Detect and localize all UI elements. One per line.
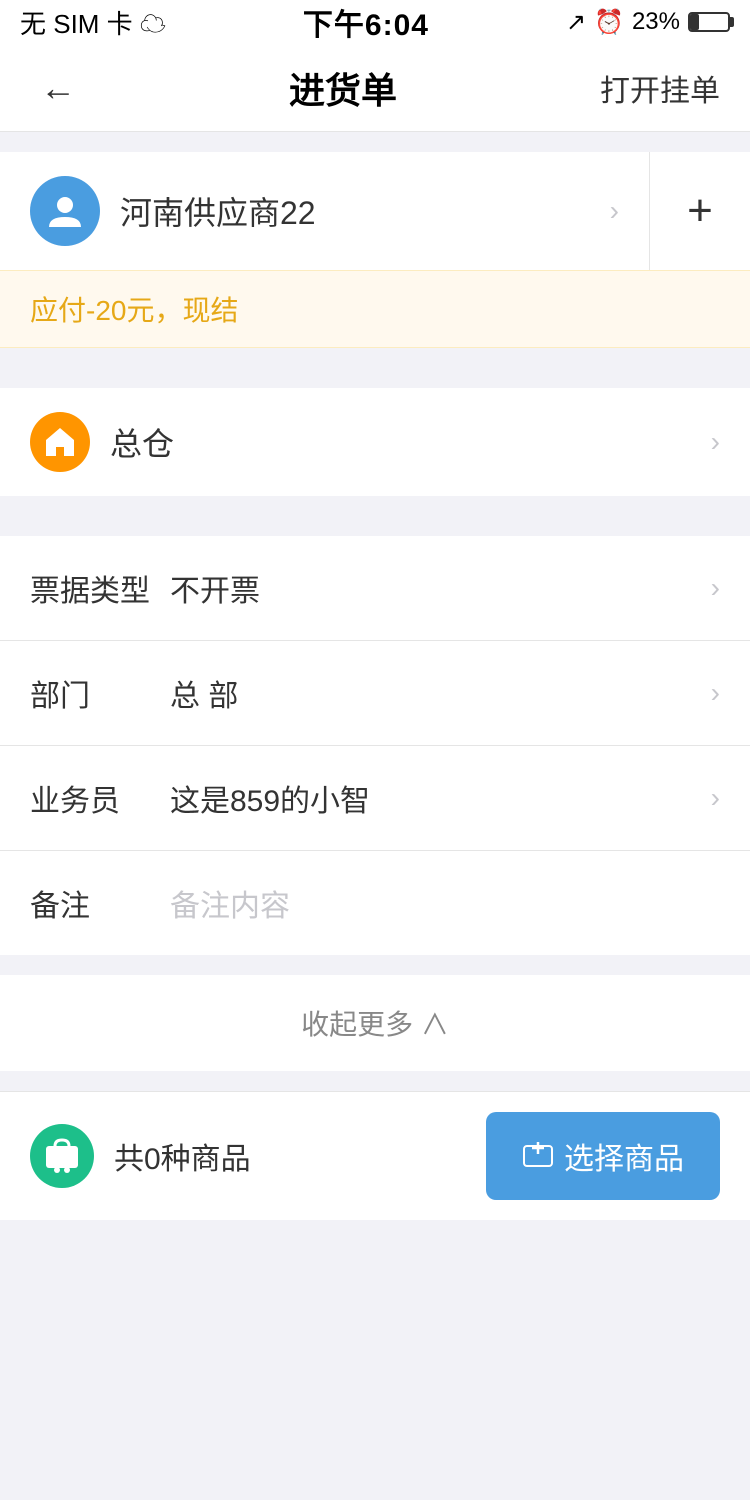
notice-text: 应付-20元，现结 xyxy=(30,295,238,326)
collapse-label: 收起更多 ∧ xyxy=(301,1003,449,1043)
supplier-avatar xyxy=(30,176,100,246)
department-label: 部门 xyxy=(30,671,170,715)
alarm-icon: ⏰ xyxy=(594,8,624,37)
cart-icon xyxy=(44,1138,80,1174)
warehouse-icon xyxy=(30,412,90,472)
remark-label: 备注 xyxy=(30,881,170,925)
form-section: 票据类型 不开票 › 部门 总 部 › 业务员 这是859的小智 › 备注 备注… xyxy=(0,536,750,955)
invoice-value: 不开票 xyxy=(170,566,701,610)
select-product-button[interactable]: 选择商品 xyxy=(486,1112,720,1200)
nav-bar: ← 进货单 打开挂单 xyxy=(0,44,750,132)
warehouse-name: 总仓 xyxy=(110,419,701,465)
product-count: 共0种商品 xyxy=(114,1134,486,1178)
bottom-bar: 共0种商品 选择商品 xyxy=(0,1091,750,1220)
salesperson-value: 这是859的小智 xyxy=(170,776,701,820)
invoice-row[interactable]: 票据类型 不开票 › xyxy=(0,536,750,641)
battery-icon xyxy=(688,12,730,32)
gap-1 xyxy=(0,132,750,152)
location-icon: ↗ xyxy=(566,8,586,37)
select-product-label: 选择商品 xyxy=(564,1134,684,1178)
department-chevron-icon: › xyxy=(711,677,720,709)
supplier-name: 河南供应商22 xyxy=(120,188,600,234)
open-pending-button[interactable]: 打开挂单 xyxy=(600,66,720,110)
warehouse-row[interactable]: 总仓 › xyxy=(0,388,750,496)
status-left: 无 SIM 卡 ☁ xyxy=(20,4,166,41)
signal-text: 无 SIM 卡 ☁ xyxy=(20,4,166,41)
select-product-icon xyxy=(522,1140,554,1172)
page-background xyxy=(0,1220,750,1500)
remark-row[interactable]: 备注 备注内容 xyxy=(0,851,750,955)
battery-percent: 23% xyxy=(632,8,680,36)
department-value: 总 部 xyxy=(170,671,701,715)
salesperson-chevron-icon: › xyxy=(711,782,720,814)
salesperson-row[interactable]: 业务员 这是859的小智 › xyxy=(0,746,750,851)
notice-banner: 应付-20元，现结 xyxy=(0,270,750,348)
status-bar: 无 SIM 卡 ☁ 下午6:04 ↗ ⏰ 23% xyxy=(0,0,750,44)
supplier-selector[interactable]: 河南供应商22 › xyxy=(0,152,650,270)
collapse-button[interactable]: 收起更多 ∧ xyxy=(0,975,750,1071)
gap-2 xyxy=(0,348,750,368)
invoice-label: 票据类型 xyxy=(30,566,170,610)
page-title: 进货单 xyxy=(289,62,397,114)
back-button[interactable]: ← xyxy=(30,57,86,119)
invoice-chevron-icon: › xyxy=(711,572,720,604)
add-supplier-button[interactable]: + xyxy=(650,152,750,270)
status-right: ↗ ⏰ 23% xyxy=(566,8,730,37)
chevron-right-icon: › xyxy=(610,195,619,227)
salesperson-label: 业务员 xyxy=(30,776,170,820)
gap-3 xyxy=(0,496,750,516)
remark-input[interactable]: 备注内容 xyxy=(170,881,720,925)
home-icon xyxy=(43,425,77,459)
supplier-section: 河南供应商22 › + xyxy=(0,152,750,270)
department-row[interactable]: 部门 总 部 › xyxy=(0,641,750,746)
person-icon xyxy=(45,191,85,231)
product-icon xyxy=(30,1124,94,1188)
warehouse-chevron-icon: › xyxy=(711,426,720,458)
status-time: 下午6:04 xyxy=(303,0,429,44)
